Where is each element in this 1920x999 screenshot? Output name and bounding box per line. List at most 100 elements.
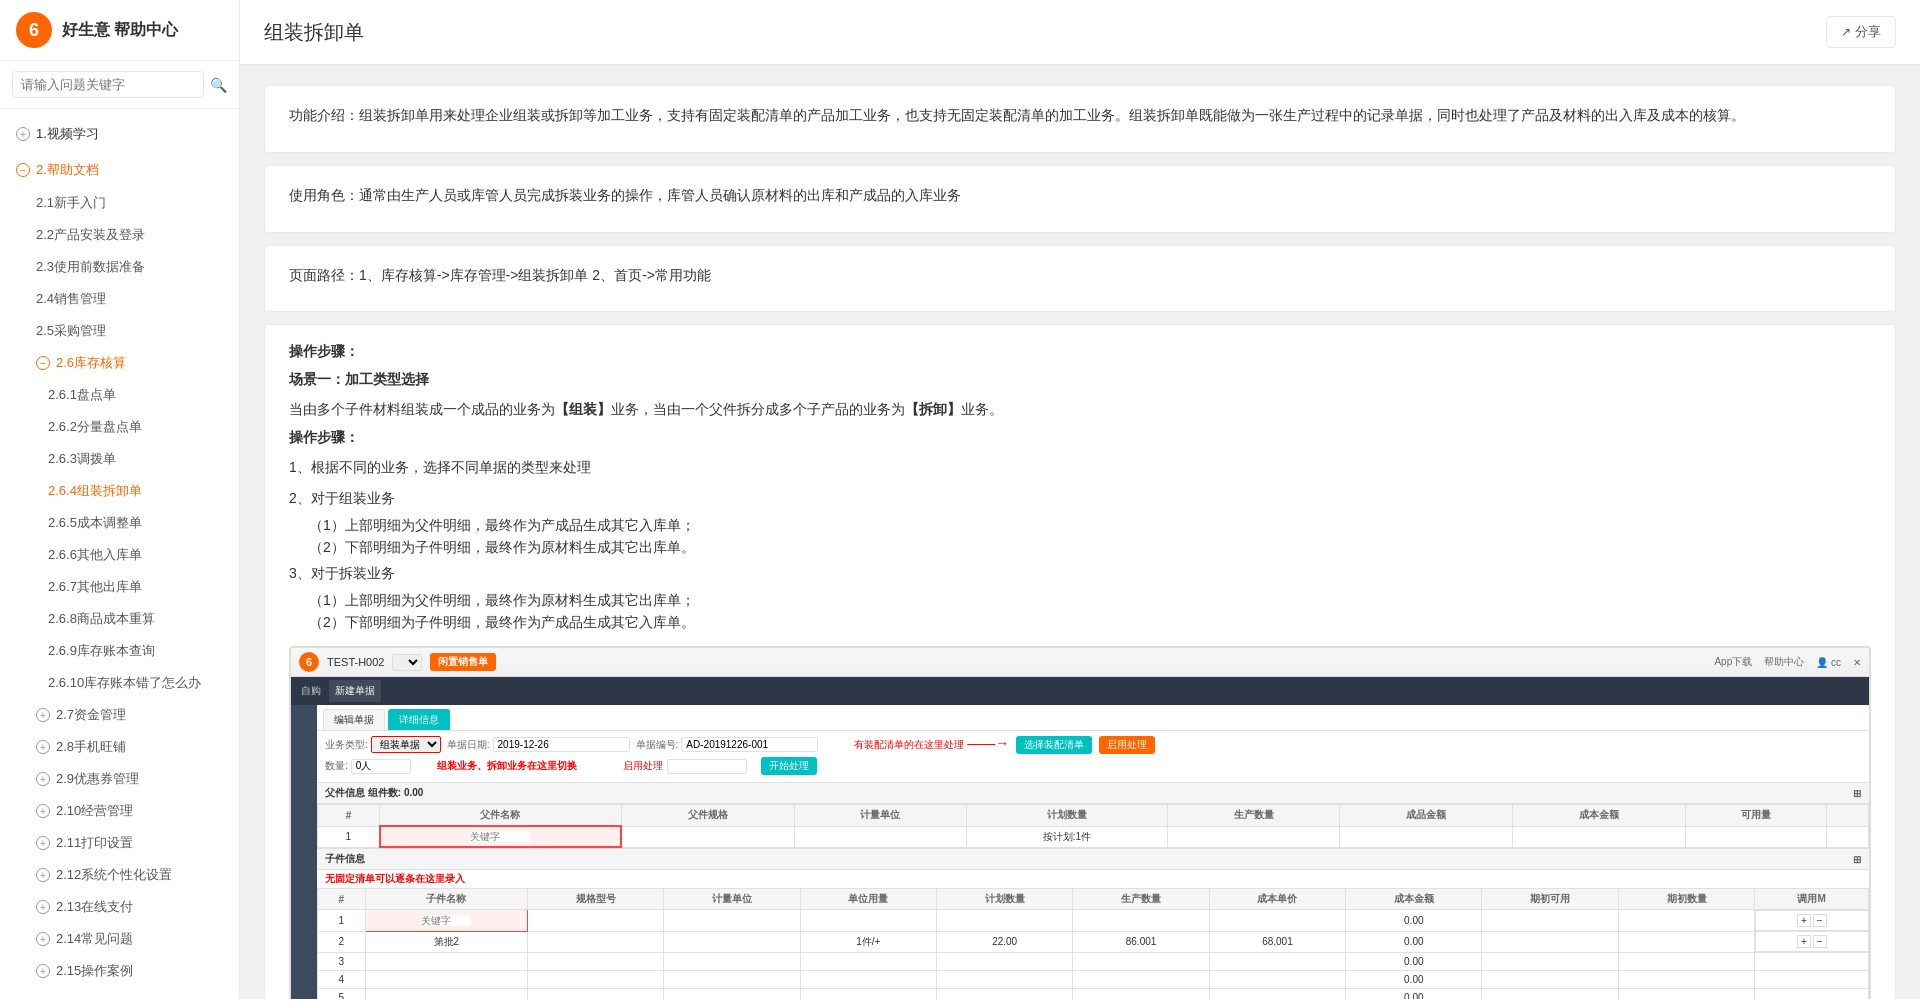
row-del-icon[interactable]: − bbox=[1813, 914, 1827, 927]
count-input[interactable] bbox=[351, 759, 411, 774]
intro-card: 功能介绍：组装拆卸单用来处理企业组装或拆卸等加工业务，支持有固定装配清单的产品加… bbox=[264, 85, 1896, 153]
sidebar-item-transfer[interactable]: 2.6.3调拨单 bbox=[0, 443, 239, 475]
confirm-btn[interactable]: 开始处理 bbox=[761, 757, 817, 775]
sidebar-item-purchase[interactable]: 2.5采购管理 bbox=[0, 315, 239, 347]
docs-sub-items: 2.1新手入门 2.2产品安装及登录 2.3使用前数据准备 2.4销售管理 2.… bbox=[0, 187, 239, 987]
child-name-input-1[interactable] bbox=[421, 915, 471, 926]
sidebar-item-cost-adj[interactable]: 2.6.5成本调整单 bbox=[0, 507, 239, 539]
sidebar-item-docs[interactable]: − 2.帮助文档 bbox=[0, 153, 239, 187]
nav-new-doc[interactable]: 新建单据 bbox=[329, 680, 381, 702]
col-plan-qty: 计划数量 bbox=[967, 805, 1167, 827]
search-input[interactable] bbox=[12, 71, 204, 98]
table-row: 1 按计划:1件 bbox=[318, 826, 1869, 847]
path-card: 页面路径：1、库存核算->库存管理->组装拆卸单 2、首页->常用功能 bbox=[264, 245, 1896, 313]
child-name-cell-1[interactable] bbox=[365, 910, 527, 932]
row2-add-icon[interactable]: + bbox=[1797, 935, 1811, 948]
parent-name-input[interactable] bbox=[470, 831, 530, 842]
sidebar-item-other-out[interactable]: 2.6.7其他出库单 bbox=[0, 571, 239, 603]
share-button[interactable]: ↗ 分享 bbox=[1826, 16, 1896, 48]
parent-section-expand[interactable]: ⊞ bbox=[1853, 788, 1861, 799]
tab-edit[interactable]: 编辑单据 bbox=[323, 709, 385, 730]
sidebar-item-split-stock[interactable]: 2.6.2分量盘点单 bbox=[0, 411, 239, 443]
app-logo: 6 bbox=[299, 652, 319, 672]
sidebar-item-newbie[interactable]: 2.1新手入门 bbox=[0, 187, 239, 219]
inventory-collapse-icon: − bbox=[36, 356, 50, 370]
sidebar-item-online-pay[interactable]: + 2.13在线支付 bbox=[0, 891, 239, 923]
apply-annotation-text: 启用处理 bbox=[623, 759, 663, 773]
sidebar-item-finance[interactable]: + 2.7资金管理 bbox=[0, 699, 239, 731]
app-content-area: 编辑单据 详细信息 业务类型: 组装单据 拆卸单据 bbox=[291, 705, 1869, 999]
sidebar-item-coupon[interactable]: + 2.9优惠券管理 bbox=[0, 763, 239, 795]
cases-expand-icon: + bbox=[36, 964, 50, 978]
app-nav-row: 自购 新建单据 bbox=[291, 677, 1869, 705]
sidebar-item-ops-mgmt[interactable]: + 2.10经营管理 bbox=[0, 795, 239, 827]
personal-expand-icon: + bbox=[36, 868, 50, 882]
manual-entry-annotation: 无固定清单可以逐条在这里录入 bbox=[325, 873, 465, 884]
tab-detail[interactable]: 详细信息 bbox=[388, 709, 450, 730]
nav-home[interactable]: 自购 bbox=[295, 680, 327, 702]
sidebar-header: 6 好生意 帮助中心 bbox=[0, 0, 239, 61]
type-select[interactable]: 组装单据 拆卸单据 bbox=[371, 736, 441, 753]
child-row-2: 2 第批2 1件/+ 22.00 86.001 68.001 0.00 bbox=[318, 931, 1869, 953]
ops-steps-title: 操作步骤： bbox=[289, 429, 1871, 447]
apply-annotation-row: 启用处理 bbox=[623, 759, 747, 774]
finance-expand-icon: + bbox=[36, 708, 50, 722]
sidebar-item-stocktake[interactable]: 2.6.1盘点单 bbox=[0, 379, 239, 411]
step2-1: （1）上部明细为父件明细，最终作为产成品生成其它入库单； bbox=[289, 517, 1871, 535]
sidebar-item-print[interactable]: + 2.11打印设置 bbox=[0, 827, 239, 859]
brand-name: 好生意 帮助中心 bbox=[62, 20, 178, 41]
bom-annotation-text: 有装配清单的在这里处理 bbox=[854, 739, 964, 750]
role-card: 使用角色：通常由生产人员或库管人员完成拆装业务的操作，库管人员确认原材料的出库和… bbox=[264, 165, 1896, 233]
parent-name-cell[interactable] bbox=[380, 826, 621, 847]
code-input[interactable] bbox=[681, 737, 818, 752]
collapse-icon: − bbox=[16, 163, 30, 177]
sidebar-item-goods-cost[interactable]: 2.6.8商品成本重算 bbox=[0, 603, 239, 635]
sidebar-item-assembly[interactable]: 2.6.4组装拆卸单 bbox=[0, 475, 239, 507]
row2-del-icon[interactable]: − bbox=[1813, 935, 1827, 948]
sidebar-item-video[interactable]: + 1.视频学习 bbox=[0, 117, 239, 151]
child-row-1: 1 bbox=[318, 910, 1869, 932]
col-unit: 计量单位 bbox=[794, 805, 967, 827]
sidebar-item-mobile[interactable]: + 2.8手机旺铺 bbox=[0, 731, 239, 763]
page-title: 组装拆卸单 bbox=[264, 19, 364, 46]
intro-text: 功能介绍：组装拆卸单用来处理企业组装或拆卸等加工业务，支持有固定装配清单的产品加… bbox=[289, 104, 1871, 128]
child-section-expand[interactable]: ⊞ bbox=[1853, 854, 1861, 865]
code-label: 单据编号: bbox=[636, 738, 679, 752]
child-section-header: 子件信息 ⊞ bbox=[317, 848, 1869, 870]
sidebar-item-faq[interactable]: + 2.14常见问题 bbox=[0, 923, 239, 955]
sidebar-item-install[interactable]: 2.2产品安装及登录 bbox=[0, 219, 239, 251]
step2: 2、对于组装业务 bbox=[289, 486, 1871, 511]
sidebar-item-other-in[interactable]: 2.6.6其他入库单 bbox=[0, 539, 239, 571]
apply-input[interactable] bbox=[667, 759, 747, 774]
sidebar-item-personal[interactable]: + 2.12系统个性化设置 bbox=[0, 859, 239, 891]
select-bom-btn[interactable]: 选择装配清单 bbox=[1016, 736, 1092, 754]
parent-section-label: 父件信息 组件数: 0.00 bbox=[325, 786, 423, 800]
date-input[interactable] bbox=[493, 737, 630, 752]
step3: 3、对于拆装业务 bbox=[289, 561, 1871, 586]
sidebar-item-data-prep[interactable]: 2.3使用前数据准备 bbox=[0, 251, 239, 283]
print-expand-icon: + bbox=[36, 836, 50, 850]
sidebar-item-stock-err[interactable]: 2.6.10库存账本错了怎么办 bbox=[0, 667, 239, 699]
new-doc-btn[interactable]: 闲置销售单 bbox=[430, 653, 496, 671]
inventory-sub-items: 2.6.1盘点单 2.6.2分量盘点单 2.6.3调拨单 2.6.4组装拆卸单 … bbox=[0, 379, 239, 699]
scenario1-desc: 当由多个子件材料组装成一个成品的业务为【组装】业务，当由一个父件拆分成多个子产品… bbox=[289, 397, 1871, 422]
child-row-3: 3 0.00 bbox=[318, 953, 1869, 971]
sidebar-nav: + 1.视频学习 − 2.帮助文档 2.1新手入门 2.2产品安装及登录 2.3… bbox=[0, 109, 239, 999]
sidebar-item-inventory[interactable]: − 2.6库存核算 bbox=[0, 347, 239, 379]
sidebar-item-stock-query[interactable]: 2.6.9库存账本查询 bbox=[0, 635, 239, 667]
ops-expand-icon: + bbox=[36, 804, 50, 818]
role-text: 使用角色：通常由生产人员或库管人员完成拆装业务的操作，库管人员确认原材料的出库和… bbox=[289, 184, 1871, 208]
step1: 1、根据不同的业务，选择不同单据的类型来处理 bbox=[289, 455, 1871, 480]
app-dropdown[interactable] bbox=[392, 654, 422, 671]
col-parent-spec: 父件规格 bbox=[621, 805, 794, 827]
child-table: # 子件名称 规格型号 计量单位 单位用量 计划数量 生产数量 成本单价 成本金 bbox=[317, 888, 1869, 999]
search-button[interactable]: 🔍 bbox=[210, 77, 227, 93]
sidebar-item-cases[interactable]: + 2.15操作案例 bbox=[0, 955, 239, 987]
app-left-sidebar bbox=[291, 705, 317, 999]
field-type: 业务类型: 组装单据 拆卸单据 bbox=[325, 736, 441, 753]
row-add-icon[interactable]: + bbox=[1797, 914, 1811, 927]
col-prod-qty: 生产数量 bbox=[1167, 805, 1340, 827]
apply-btn[interactable]: 启用处理 bbox=[1099, 736, 1155, 754]
sidebar-item-sales[interactable]: 2.4销售管理 bbox=[0, 283, 239, 315]
app-close-icon[interactable]: ✕ bbox=[1853, 657, 1861, 668]
